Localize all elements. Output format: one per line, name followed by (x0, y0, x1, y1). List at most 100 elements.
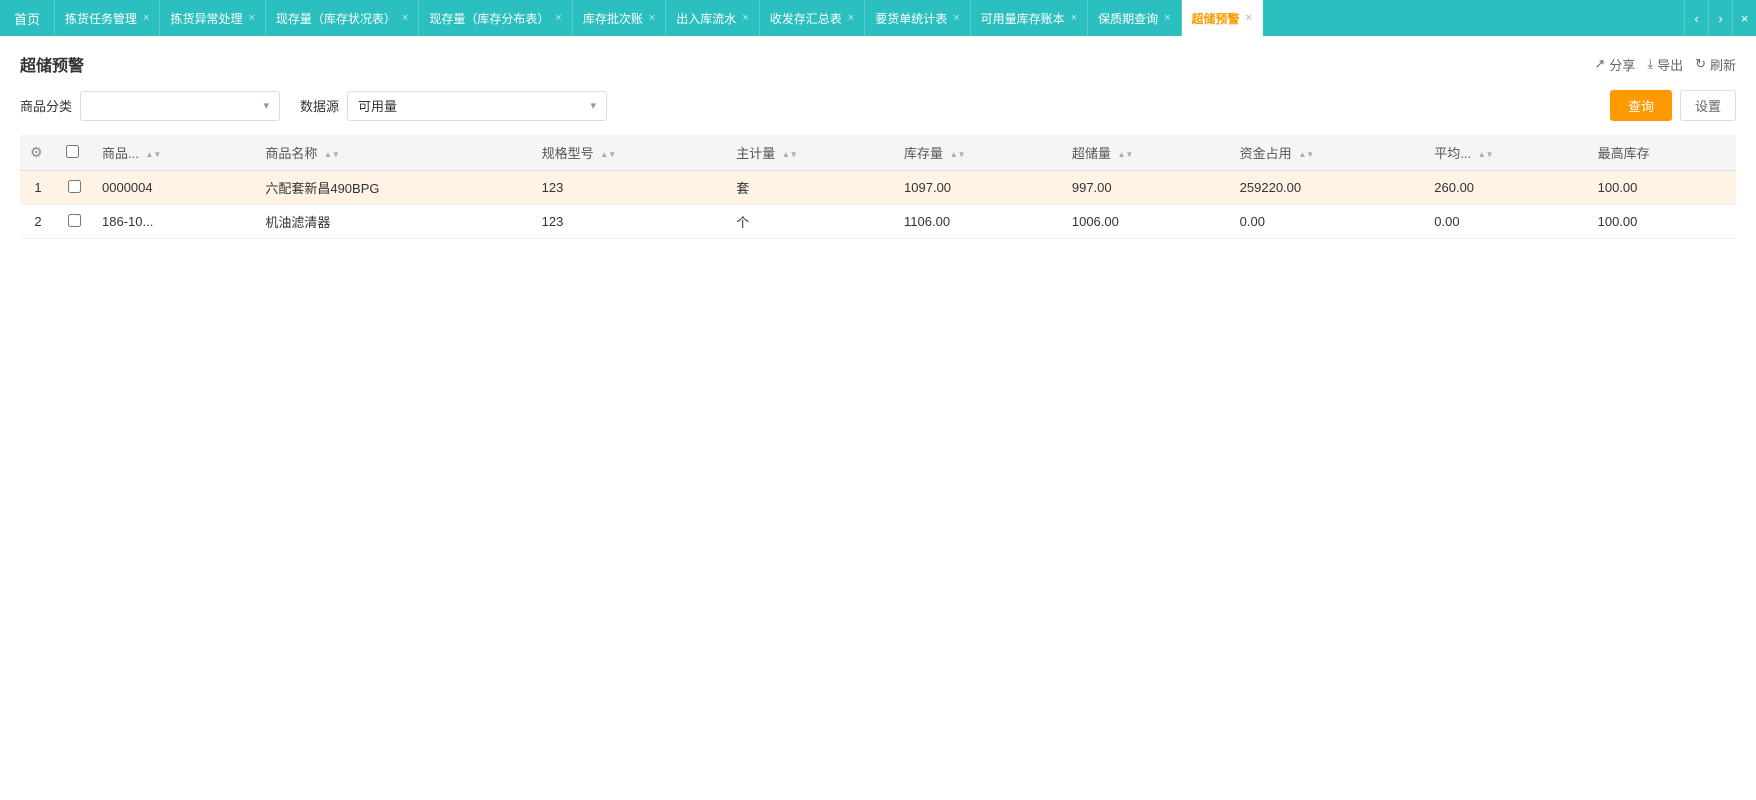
sort-icon[interactable]: ▲▼ (782, 151, 798, 159)
tab-churukuliushui[interactable]: 出入库流水 × (666, 0, 759, 36)
col-capital: 资金占用 ▲▼ (1230, 135, 1425, 171)
tab-close-icon[interactable]: × (248, 12, 254, 24)
tab-yaohuo[interactable]: 要货单统计表 × (865, 0, 970, 36)
col-checkbox-header (56, 135, 92, 171)
category-select[interactable]: ▾ (80, 91, 280, 121)
overstock-cell: 1006.00 (1062, 205, 1230, 239)
product-code-cell: 0000004 (92, 171, 255, 205)
category-label: 商品分类 (20, 96, 72, 115)
capital-cell: 0.00 (1230, 205, 1425, 239)
tab-close-icon[interactable]: × (1246, 12, 1252, 24)
tab-kucunpicizh[interactable]: 库存批次账 × (573, 0, 666, 36)
main-content: 超储预警 ↗ 分享 ⤓ 导出 ↻ 刷新 商品分类 ▾ 数据源 (0, 36, 1756, 800)
table-row: 2 186-10... 机油滤清器 123 个 1106.00 1006.00 … (20, 205, 1736, 239)
tab-close-icon[interactable]: × (1071, 12, 1077, 24)
avg-cell: 260.00 (1424, 171, 1587, 205)
row-checkbox-cell (56, 205, 92, 239)
tab-xiancunliang1[interactable]: 现存量（库存状况表） × (266, 0, 419, 36)
row-num: 1 (20, 171, 56, 205)
col-max-stock: 最高库存 (1588, 135, 1736, 171)
datasource-select[interactable]: 可用量 ▾ (347, 91, 607, 121)
stock-cell: 1106.00 (894, 205, 1062, 239)
table-row: 1 0000004 六配套新昌490BPG 123 套 1097.00 997.… (20, 171, 1736, 205)
gear-icon[interactable]: ⚙ (30, 144, 43, 160)
product-name-cell: 机油滤清器 (255, 205, 531, 239)
overstock-cell: 997.00 (1062, 171, 1230, 205)
col-gear: ⚙ (20, 135, 56, 171)
tab-jianhuorenwuguanli[interactable]: 拣货任务管理 × (55, 0, 160, 36)
product-name-cell: 六配套新昌490BPG (255, 171, 531, 205)
sort-icon[interactable]: ▲▼ (950, 151, 966, 159)
col-avg: 平均... ▲▼ (1424, 135, 1587, 171)
tab-close-icon[interactable]: × (742, 12, 748, 24)
tab-close-icon[interactable]: × (848, 12, 854, 24)
datasource-value: 可用量 (358, 96, 397, 115)
max-stock-cell: 100.00 (1588, 171, 1736, 205)
col-product-code: 商品... ▲▼ (92, 135, 255, 171)
tab-keyongliang[interactable]: 可用量库存账本 × (971, 0, 1088, 36)
nav-prev-button[interactable]: ‹ (1684, 0, 1708, 36)
share-icon: ↗ (1594, 56, 1605, 72)
col-spec: 规格型号 ▲▼ (532, 135, 727, 171)
max-stock-cell: 100.00 (1588, 205, 1736, 239)
sort-icon[interactable]: ▲▼ (145, 151, 161, 159)
select-all-checkbox[interactable] (66, 145, 79, 158)
col-product-name: 商品名称 ▲▼ (255, 135, 531, 171)
data-table: ⚙ 商品... ▲▼ 商品名称 ▲▼ 规格型号 ▲▼ 主计 (20, 135, 1736, 239)
export-button[interactable]: ⤓ 导出 (1647, 55, 1683, 74)
filter-actions: 查询 设置 (1610, 90, 1736, 121)
sort-icon[interactable]: ▲▼ (600, 151, 616, 159)
table-header-row: ⚙ 商品... ▲▼ 商品名称 ▲▼ 规格型号 ▲▼ 主计 (20, 135, 1736, 171)
sort-icon[interactable]: ▲▼ (1298, 151, 1314, 159)
spec-cell: 123 (532, 171, 727, 205)
tab-shoufacun[interactable]: 收发存汇总表 × (760, 0, 865, 36)
col-stock: 库存量 ▲▼ (894, 135, 1062, 171)
nav-close-button[interactable]: × (1732, 0, 1756, 36)
unit-cell: 套 (726, 171, 894, 205)
chevron-down-icon: ▾ (263, 99, 269, 112)
sort-icon[interactable]: ▲▼ (324, 151, 340, 159)
sort-icon[interactable]: ▲▼ (1118, 151, 1134, 159)
tab-close-icon[interactable]: × (649, 12, 655, 24)
nav-arrows: ‹ › × (1684, 0, 1756, 36)
tab-jianhuoyichangchuli[interactable]: 拣货异常处理 × (160, 0, 265, 36)
page-header: 超储预警 ↗ 分享 ⤓ 导出 ↻ 刷新 (20, 52, 1736, 76)
tab-close-icon[interactable]: × (143, 12, 149, 24)
tab-close-icon[interactable]: × (402, 12, 408, 24)
nav-home[interactable]: 首页 (0, 0, 55, 36)
col-unit: 主计量 ▲▼ (726, 135, 894, 171)
page-title: 超储预警 (20, 52, 84, 76)
row-checkbox[interactable] (68, 214, 81, 227)
refresh-icon: ↻ (1695, 56, 1706, 72)
tab-baozhi[interactable]: 保质期查询 × (1088, 0, 1181, 36)
header-actions: ↗ 分享 ⤓ 导出 ↻ 刷新 (1594, 55, 1736, 74)
product-code-cell: 186-10... (92, 205, 255, 239)
filter-row: 商品分类 ▾ 数据源 可用量 ▾ 查询 设置 (20, 90, 1736, 121)
tab-chaochuyujing[interactable]: 超储预警 × (1182, 0, 1263, 36)
capital-cell: 259220.00 (1230, 171, 1425, 205)
setting-button[interactable]: 设置 (1680, 90, 1736, 121)
query-button[interactable]: 查询 (1610, 90, 1672, 121)
sort-icon[interactable]: ▲▼ (1478, 151, 1494, 159)
spec-cell: 123 (532, 205, 727, 239)
row-num: 2 (20, 205, 56, 239)
chevron-down-icon: ▾ (591, 99, 597, 112)
tab-close-icon[interactable]: × (555, 12, 561, 24)
tab-close-icon[interactable]: × (1164, 12, 1170, 24)
unit-cell: 个 (726, 205, 894, 239)
datasource-label: 数据源 (300, 96, 339, 115)
tab-xiancunliang2[interactable]: 现存量（库存分布表） × (419, 0, 572, 36)
avg-cell: 0.00 (1424, 205, 1587, 239)
datasource-filter: 数据源 可用量 ▾ (300, 91, 607, 121)
row-checkbox-cell (56, 171, 92, 205)
row-checkbox[interactable] (68, 180, 81, 193)
nav-next-button[interactable]: › (1708, 0, 1732, 36)
tab-close-icon[interactable]: × (953, 12, 959, 24)
share-button[interactable]: ↗ 分享 (1594, 55, 1635, 74)
col-overstock: 超储量 ▲▼ (1062, 135, 1230, 171)
export-icon: ⤓ (1647, 56, 1653, 72)
refresh-button[interactable]: ↻ 刷新 (1695, 55, 1736, 74)
category-filter: 商品分类 ▾ (20, 91, 280, 121)
top-nav: 首页 拣货任务管理 × 拣货异常处理 × 现存量（库存状况表） × 现存量（库存… (0, 0, 1756, 36)
stock-cell: 1097.00 (894, 171, 1062, 205)
